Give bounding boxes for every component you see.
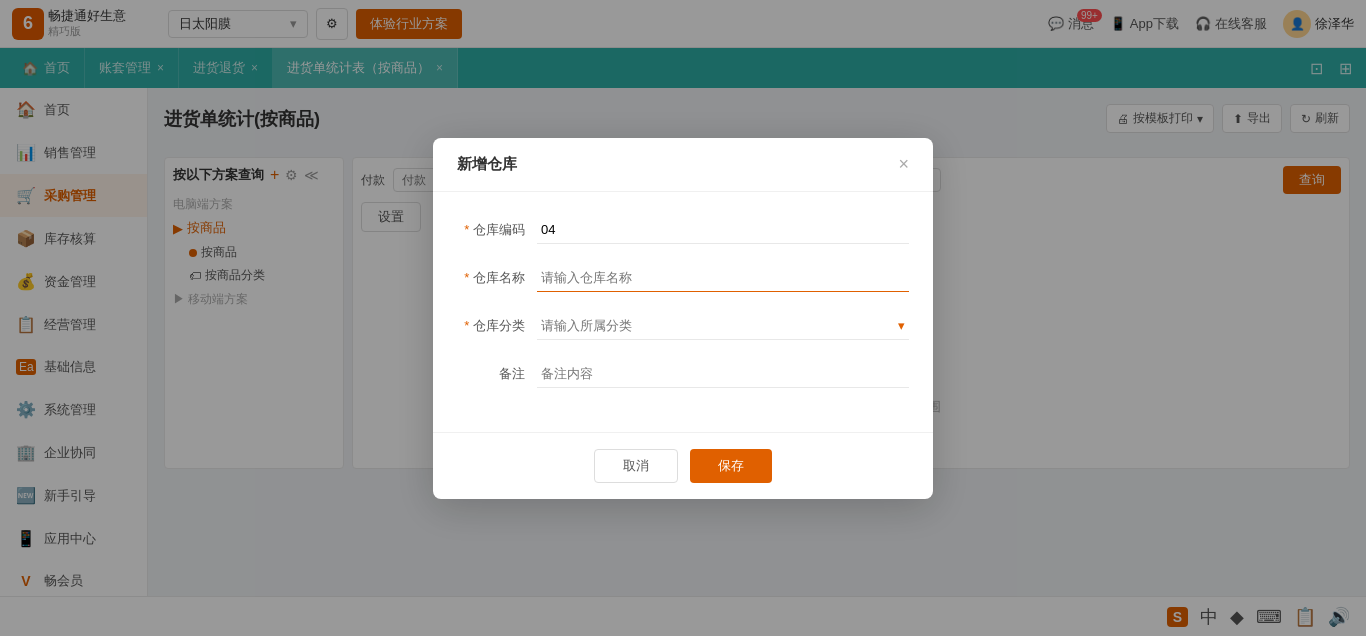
warehouse-name-row: 仓库名称: [457, 264, 909, 292]
warehouse-category-input[interactable]: [541, 318, 898, 333]
dialog-title: 新增仓库: [457, 155, 517, 174]
warehouse-name-label: 仓库名称: [457, 269, 537, 287]
category-chevron-icon[interactable]: ▾: [898, 318, 905, 333]
warehouse-code-input[interactable]: [537, 216, 909, 244]
new-warehouse-dialog: 新增仓库 × 仓库编码 仓库名称 仓库分类 ▾: [433, 138, 933, 499]
warehouse-category-select[interactable]: ▾: [537, 312, 909, 340]
dialog-close-button[interactable]: ×: [898, 154, 909, 175]
warehouse-note-label: 备注: [457, 365, 537, 383]
warehouse-code-row: 仓库编码: [457, 216, 909, 244]
save-button[interactable]: 保存: [690, 449, 772, 483]
warehouse-category-row: 仓库分类 ▾: [457, 312, 909, 340]
dialog-body: 仓库编码 仓库名称 仓库分类 ▾ 备注: [433, 192, 933, 432]
cancel-button[interactable]: 取消: [594, 449, 678, 483]
dialog-overlay: 新增仓库 × 仓库编码 仓库名称 仓库分类 ▾: [0, 0, 1366, 636]
dialog-header: 新增仓库 ×: [433, 138, 933, 192]
warehouse-note-row: 备注: [457, 360, 909, 388]
warehouse-code-label: 仓库编码: [457, 221, 537, 239]
warehouse-name-input[interactable]: [537, 264, 909, 292]
warehouse-category-label: 仓库分类: [457, 317, 537, 335]
warehouse-note-input[interactable]: [537, 360, 909, 388]
dialog-footer: 取消 保存: [433, 432, 933, 499]
